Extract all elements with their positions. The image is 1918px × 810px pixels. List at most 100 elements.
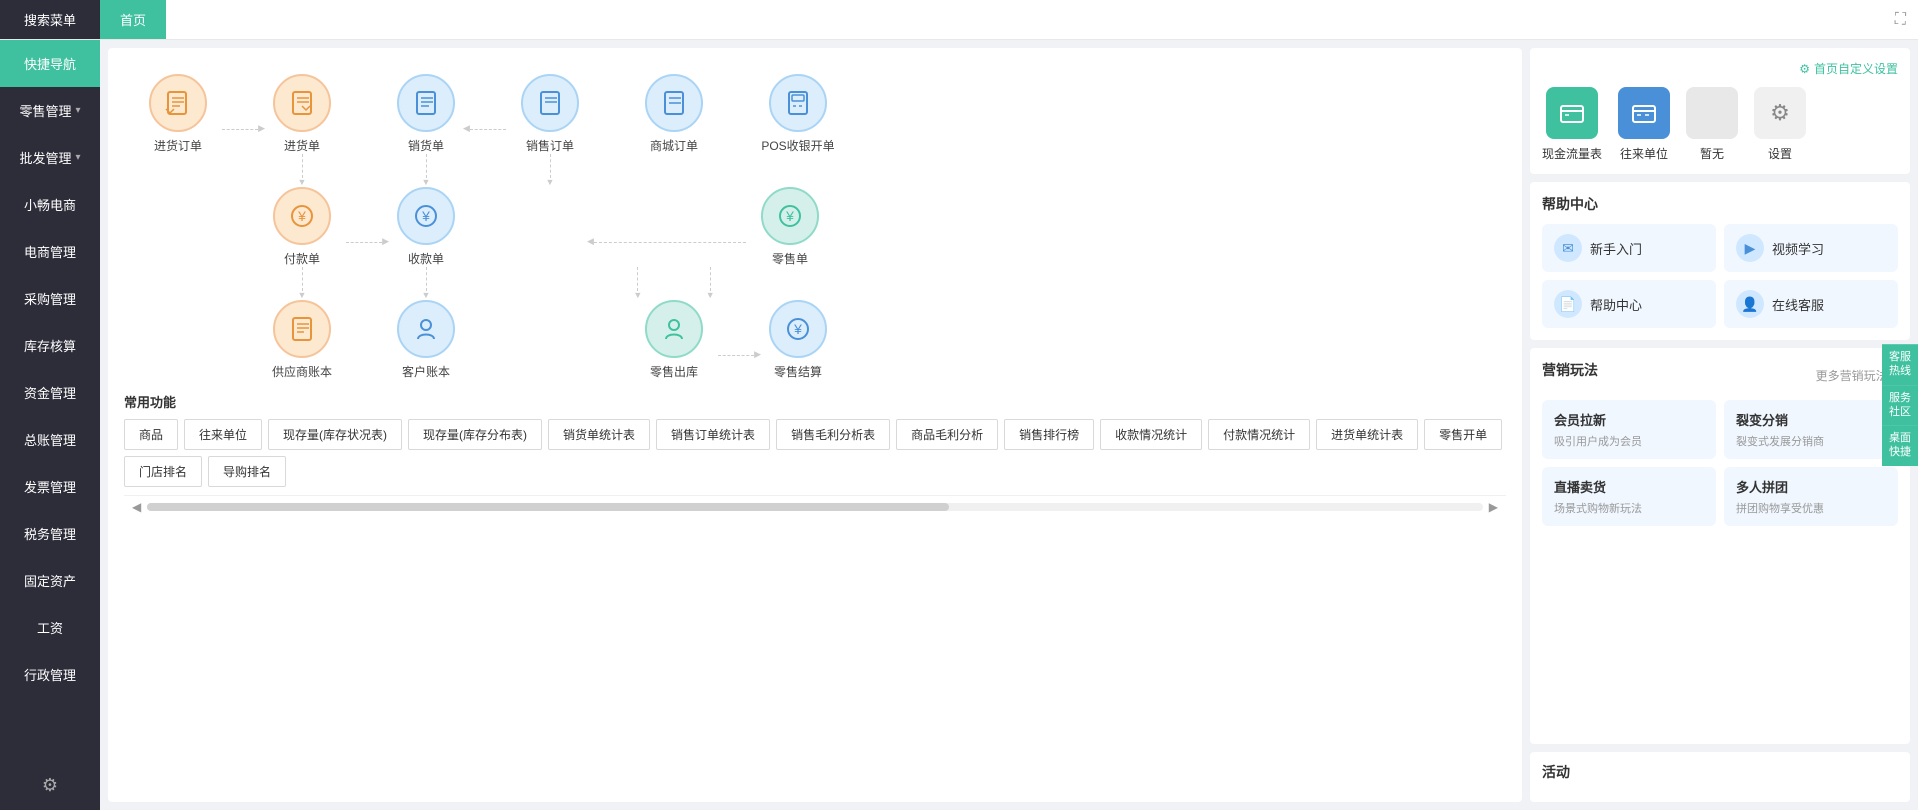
node-gongyingshang[interactable]: 供应商账本 — [258, 300, 346, 380]
node-fukuandan[interactable]: ¥ 付款单 — [258, 187, 346, 267]
help-item-beginner[interactable]: ✉ 新手入门 — [1542, 224, 1716, 272]
quick-nav-cashflow[interactable]: 现金流量表 — [1542, 87, 1602, 162]
quick-nav-header[interactable]: ⚙ 首页自定义设置 — [1542, 60, 1898, 77]
node-pos[interactable]: POS收银开单 — [754, 74, 842, 154]
sidebar-item-purchase[interactable]: 采购管理 — [0, 275, 100, 322]
node-shoukuandan[interactable]: ¥ 收款单 — [382, 187, 470, 267]
scroll-track[interactable] — [147, 503, 1483, 511]
circle-xiaoshouddingdan — [521, 74, 579, 132]
label-jinhuoddingdan: 进货订单 — [154, 137, 202, 154]
quick-nav-section: ⚙ 首页自定义设置 现金流量表 — [1530, 48, 1910, 174]
right-panel: ⚙ 首页自定义设置 现金流量表 — [1530, 48, 1910, 802]
referral-desc: 裂变式发展分销商 — [1736, 433, 1886, 449]
search-menu[interactable]: 搜索菜单 — [0, 0, 100, 39]
circle-pos — [769, 74, 827, 132]
sidebar-item-tax[interactable]: 税务管理 — [0, 510, 100, 557]
cf-btn-sales-rank[interactable]: 销售排行榜 — [1004, 419, 1094, 450]
vconn-jinhuodan: ▼ — [258, 154, 346, 187]
sidebar-item-admin[interactable]: 行政管理 — [0, 651, 100, 698]
help-section-title: 帮助中心 — [1542, 194, 1898, 214]
circle-lingshougiesuan: ¥ — [769, 300, 827, 358]
node-shangchengddingdan[interactable]: 商城订单 — [630, 74, 718, 154]
circle-fukuandan: ¥ — [273, 187, 331, 245]
quick-nav-partners[interactable]: 往来单位 — [1618, 87, 1670, 162]
quick-nav-settings[interactable]: ⚙ 设置 — [1754, 87, 1806, 162]
marketing-header: 营销玩法 更多营销玩法 > — [1542, 360, 1898, 390]
cf-btn-payment-stat[interactable]: 付款情况统计 — [1208, 419, 1310, 450]
flow-row-1: 进货订单 进货单 — [134, 74, 1506, 154]
cashflow-icon-box — [1546, 87, 1598, 139]
beginner-label: 新手入门 — [1590, 239, 1642, 258]
svg-text:¥: ¥ — [297, 208, 306, 224]
sidebar-item-ecommerce-small[interactable]: 小畅电商 — [0, 181, 100, 228]
marketing-item-live[interactable]: 直播卖货 场景式购物新玩法 — [1542, 467, 1716, 526]
label-pos: POS收银开单 — [761, 137, 834, 154]
node-kehuzhangben[interactable]: 客户账本 — [382, 300, 470, 380]
float-btn-service[interactable]: 客服热线 — [1882, 344, 1918, 385]
sidebar-item-invoice[interactable]: 发票管理 — [0, 463, 100, 510]
sidebar-item-payroll[interactable]: 工资 — [0, 604, 100, 651]
settings-icon[interactable]: ⚙ — [0, 761, 100, 810]
cf-btn-receipt-stat[interactable]: 收款情况统计 — [1100, 419, 1202, 450]
scroll-left-arrow[interactable]: ◀ — [132, 500, 141, 514]
main-layout: 快捷导航 零售管理 ▾ 批发管理 ▾ 小畅电商 电商管理 采购管理 库存核算 资… — [0, 40, 1918, 810]
marketing-grid: 会员拉新 吸引用户成为会员 裂变分销 裂变式发展分销商 直播卖货 场景式购物新玩… — [1542, 400, 1898, 526]
arrow-lsc-lsjs — [718, 355, 754, 380]
cf-btn-partners[interactable]: 往来单位 — [184, 419, 262, 450]
cf-btn-stock2[interactable]: 现存量(库存分布表) — [408, 419, 542, 450]
home-tab[interactable]: 首页 — [100, 0, 166, 39]
sidebar: 快捷导航 零售管理 ▾ 批发管理 ▾ 小畅电商 电商管理 采购管理 库存核算 资… — [0, 40, 100, 810]
sidebar-item-assets[interactable]: 固定资产 — [0, 557, 100, 604]
sidebar-item-quicknav[interactable]: 快捷导航 — [0, 40, 100, 87]
sidebar-item-wholesale[interactable]: 批发管理 ▾ — [0, 134, 100, 181]
cf-btn-order-stat[interactable]: 销售订单统计表 — [656, 419, 770, 450]
sidebar-item-finance[interactable]: 资金管理 — [0, 369, 100, 416]
cf-btn-goods-profit[interactable]: 商品毛利分析 — [896, 419, 998, 450]
cf-btn-purchase-stat[interactable]: 进货单统计表 — [1316, 419, 1418, 450]
cf-btn-stock1[interactable]: 现存量(库存状况表) — [268, 419, 402, 450]
node-xiaohuodan[interactable]: 销货单 — [382, 74, 470, 154]
membership-desc: 吸引用户成为会员 — [1554, 433, 1704, 449]
cf-btn-store-rank[interactable]: 门店排名 — [124, 456, 202, 487]
circle-gongyingshang — [273, 300, 331, 358]
sidebar-item-ecommerce-mgmt[interactable]: 电商管理 — [0, 228, 100, 275]
cf-btn-sales-stat[interactable]: 销货单统计表 — [548, 419, 650, 450]
marketing-item-referral[interactable]: 裂变分销 裂变式发展分销商 — [1724, 400, 1898, 459]
marketing-item-membership[interactable]: 会员拉新 吸引用户成为会员 — [1542, 400, 1716, 459]
sidebar-item-retail[interactable]: 零售管理 ▾ — [0, 87, 100, 134]
live-title: 直播卖货 — [1554, 477, 1704, 496]
cf-btn-retail-order[interactable]: 零售开单 — [1424, 419, 1502, 450]
none-label: 暂无 — [1700, 145, 1724, 162]
bottom-scrollbar[interactable]: ◀ ▶ — [124, 495, 1506, 518]
label-fukuandan: 付款单 — [284, 250, 320, 267]
marketing-item-group[interactable]: 多人拼团 拼团购物享受优惠 — [1724, 467, 1898, 526]
node-xiaoshouddingdan[interactable]: 销售订单 — [506, 74, 594, 154]
cf-btn-goods[interactable]: 商品 — [124, 419, 178, 450]
node-lingshougiesuan[interactable]: ¥ 零售结算 — [754, 300, 842, 380]
cashflow-label: 现金流量表 — [1542, 145, 1602, 162]
quick-nav-none[interactable]: 暂无 — [1686, 87, 1738, 162]
float-btn-desktop[interactable]: 桌面快捷 — [1882, 425, 1918, 466]
help-item-helpcenter[interactable]: 📄 帮助中心 — [1542, 280, 1716, 328]
vconn-xiaoshouddingdan: ▼ — [506, 154, 594, 187]
membership-title: 会员拉新 — [1554, 410, 1704, 429]
node-jinhuodan[interactable]: 进货单 — [258, 74, 346, 154]
help-item-online[interactable]: 👤 在线客服 — [1724, 280, 1898, 328]
label-shangchengddingdan: 商城订单 — [650, 137, 698, 154]
top-bar: 搜索菜单 首页 ⛶ — [0, 0, 1918, 40]
cf-btn-guide-rank[interactable]: 导购排名 — [208, 456, 286, 487]
node-lingshouchufu[interactable]: 零售出库 — [630, 300, 718, 380]
scroll-right-arrow[interactable]: ▶ — [1489, 500, 1498, 514]
cf-btn-profit-analysis[interactable]: 销售毛利分析表 — [776, 419, 890, 450]
help-grid: ✉ 新手入门 ▶ 视频学习 📄 帮助中心 👤 — [1542, 224, 1898, 328]
node-jinhuoddingdan[interactable]: 进货订单 — [134, 74, 222, 154]
circle-lingshouchufu — [645, 300, 703, 358]
fullscreen-icon[interactable]: ⛶ — [1895, 11, 1906, 29]
sidebar-item-ledger[interactable]: 总账管理 — [0, 416, 100, 463]
arrow-fk-sk — [346, 242, 382, 267]
floating-buttons: 客服热线 服务社区 桌面快捷 — [1882, 344, 1918, 466]
help-item-video[interactable]: ▶ 视频学习 — [1724, 224, 1898, 272]
float-btn-community[interactable]: 服务社区 — [1882, 385, 1918, 426]
node-lingshoudan[interactable]: ¥ 零售单 — [746, 187, 834, 267]
sidebar-item-inventory[interactable]: 库存核算 — [0, 322, 100, 369]
